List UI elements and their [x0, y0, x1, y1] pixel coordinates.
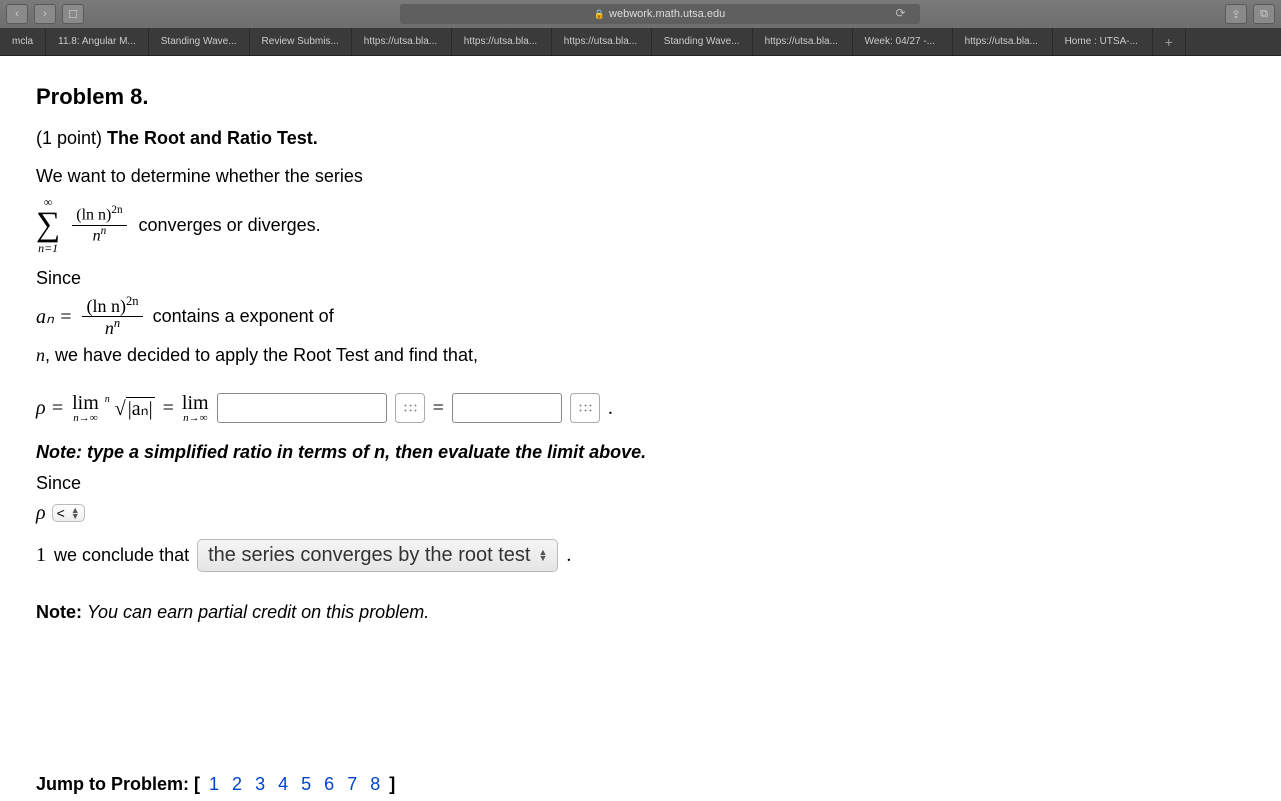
problem-title: Problem 8.: [36, 84, 1245, 110]
compare-value: <: [57, 505, 65, 521]
limit-2: lim n→∞: [182, 393, 209, 424]
pc-bold: Note:: [36, 602, 82, 622]
answer-input-1[interactable]: [217, 393, 387, 423]
tab-item[interactable]: https://utsa.bla...: [452, 28, 552, 55]
period-2: .: [566, 544, 571, 567]
equals-2: =: [433, 397, 444, 420]
limit-1: lim n→∞: [72, 393, 99, 424]
tab-item[interactable]: Standing Wave...: [149, 28, 250, 55]
dropdown-arrows-icon: ▲▼: [71, 507, 80, 519]
tab-item[interactable]: https://utsa.bla...: [953, 28, 1053, 55]
jump-link[interactable]: 8: [370, 774, 380, 794]
series-expression: ∞ ∑ n=1 (ln n)2n nn converges or diverge…: [36, 196, 1245, 254]
tab-item[interactable]: Standing Wave...: [652, 28, 753, 55]
compare-dropdown[interactable]: < ▲▼: [52, 504, 85, 522]
note-bold: Note:: [36, 442, 82, 462]
answer-input-2[interactable]: [452, 393, 562, 423]
problem-content: Problem 8. (1 point) The Root and Ratio …: [0, 56, 1281, 635]
sigma-symbol: ∞ ∑ n=1: [36, 196, 60, 254]
keypad-button-2[interactable]: [570, 393, 600, 423]
conclusion-value: the series converges by the root test: [208, 544, 530, 567]
forward-button[interactable]: ›: [34, 4, 56, 24]
address-bar[interactable]: 🔒 webwork.math.utsa.edu: [400, 4, 920, 24]
converges-text: converges or diverges.: [139, 212, 321, 239]
conclude-line: 1 we conclude that the series converges …: [36, 539, 1245, 572]
partial-credit-note: Note: You can earn partial credit on thi…: [36, 602, 1245, 623]
back-button[interactable]: ‹: [6, 4, 28, 24]
jump-link[interactable]: 4: [278, 774, 288, 794]
tab-item[interactable]: mcla: [0, 28, 46, 55]
nth-root: n √|aₙ|: [107, 396, 155, 421]
jump-link[interactable]: 7: [347, 774, 357, 794]
rho-symbol: ρ: [36, 502, 46, 525]
points-prefix: (1 point): [36, 128, 107, 148]
browser-toolbar: ‹ › ☐ 🔒 webwork.math.utsa.edu ⟳ ⇪ ⧉: [0, 0, 1281, 28]
rho-eq: ρ =: [36, 397, 64, 420]
sigma-icon: ∑: [36, 208, 60, 242]
keypad-button-1[interactable]: [395, 393, 425, 423]
tab-item[interactable]: Week: 04/27 -...: [853, 28, 953, 55]
jump-link[interactable]: 3: [255, 774, 265, 794]
lock-icon: 🔒: [594, 9, 605, 20]
jump-label: Jump to Problem:: [36, 774, 189, 794]
jump-to-problem: Jump to Problem: [ 1 2 3 4 5 6 7 8 ]: [36, 774, 395, 795]
tab-item[interactable]: Review Submis...: [250, 28, 352, 55]
problem-subtitle: (1 point) The Root and Ratio Test.: [36, 128, 1245, 149]
share-button[interactable]: ⇪: [1225, 4, 1247, 24]
tab-item[interactable]: https://utsa.bla...: [352, 28, 452, 55]
url-host: webwork.math.utsa.edu: [609, 8, 725, 20]
period-1: .: [608, 397, 613, 420]
jump-link[interactable]: 2: [232, 774, 242, 794]
tabs-button[interactable]: ⧉: [1253, 4, 1275, 24]
jump-link[interactable]: 6: [324, 774, 334, 794]
series-fraction: (ln n)2n nn: [72, 205, 126, 244]
tab-item[interactable]: Home : UTSA-...: [1053, 28, 1153, 55]
address-bar-wrap: 🔒 webwork.math.utsa.edu ⟳: [90, 4, 1219, 24]
intro-line: We want to determine whether the series: [36, 163, 1245, 190]
sum-lower: n=1: [38, 242, 58, 254]
root-test-line: n, we have decided to apply the Root Tes…: [36, 342, 1245, 369]
sidebar-toggle-button[interactable]: ☐: [62, 4, 84, 24]
rho-compare: ρ < ▲▼: [36, 502, 1245, 525]
new-tab-button[interactable]: +: [1153, 28, 1186, 55]
equals-1: =: [163, 397, 174, 420]
rho-equation: ρ = lim n→∞ n √|aₙ| = lim n→∞ = .: [36, 393, 1245, 424]
an-definition: aₙ = (ln n)2n nn contains a exponent of: [36, 295, 1245, 338]
pc-italic: You can earn partial credit on this prob…: [87, 602, 429, 622]
reload-button[interactable]: ⟳: [892, 4, 910, 22]
note-rest: type a simplified ratio in terms of n, t…: [87, 442, 646, 462]
note-line: Note: type a simplified ratio in terms o…: [36, 442, 1245, 463]
contains-text: contains a exponent of: [153, 306, 334, 327]
conclude-pre: we conclude that: [54, 545, 189, 566]
since-2: Since: [36, 473, 1245, 494]
an-equals: aₙ =: [36, 304, 72, 329]
since-label: Since: [36, 268, 1245, 289]
tab-item[interactable]: https://utsa.bla...: [753, 28, 853, 55]
points-title: The Root and Ratio Test.: [107, 128, 318, 148]
tabs-bar: mcla 11.8: Angular M... Standing Wave...…: [0, 28, 1281, 56]
conclusion-dropdown[interactable]: the series converges by the root test ▲▼: [197, 539, 558, 572]
dropdown-arrows-icon: ▲▼: [539, 549, 548, 561]
tab-item[interactable]: https://utsa.bla...: [552, 28, 652, 55]
an-fraction: (ln n)2n nn: [82, 295, 142, 338]
jump-link[interactable]: 5: [301, 774, 311, 794]
jump-link[interactable]: 1: [209, 774, 219, 794]
tab-item[interactable]: 11.8: Angular M...: [46, 28, 149, 55]
one-value: 1: [36, 544, 46, 567]
